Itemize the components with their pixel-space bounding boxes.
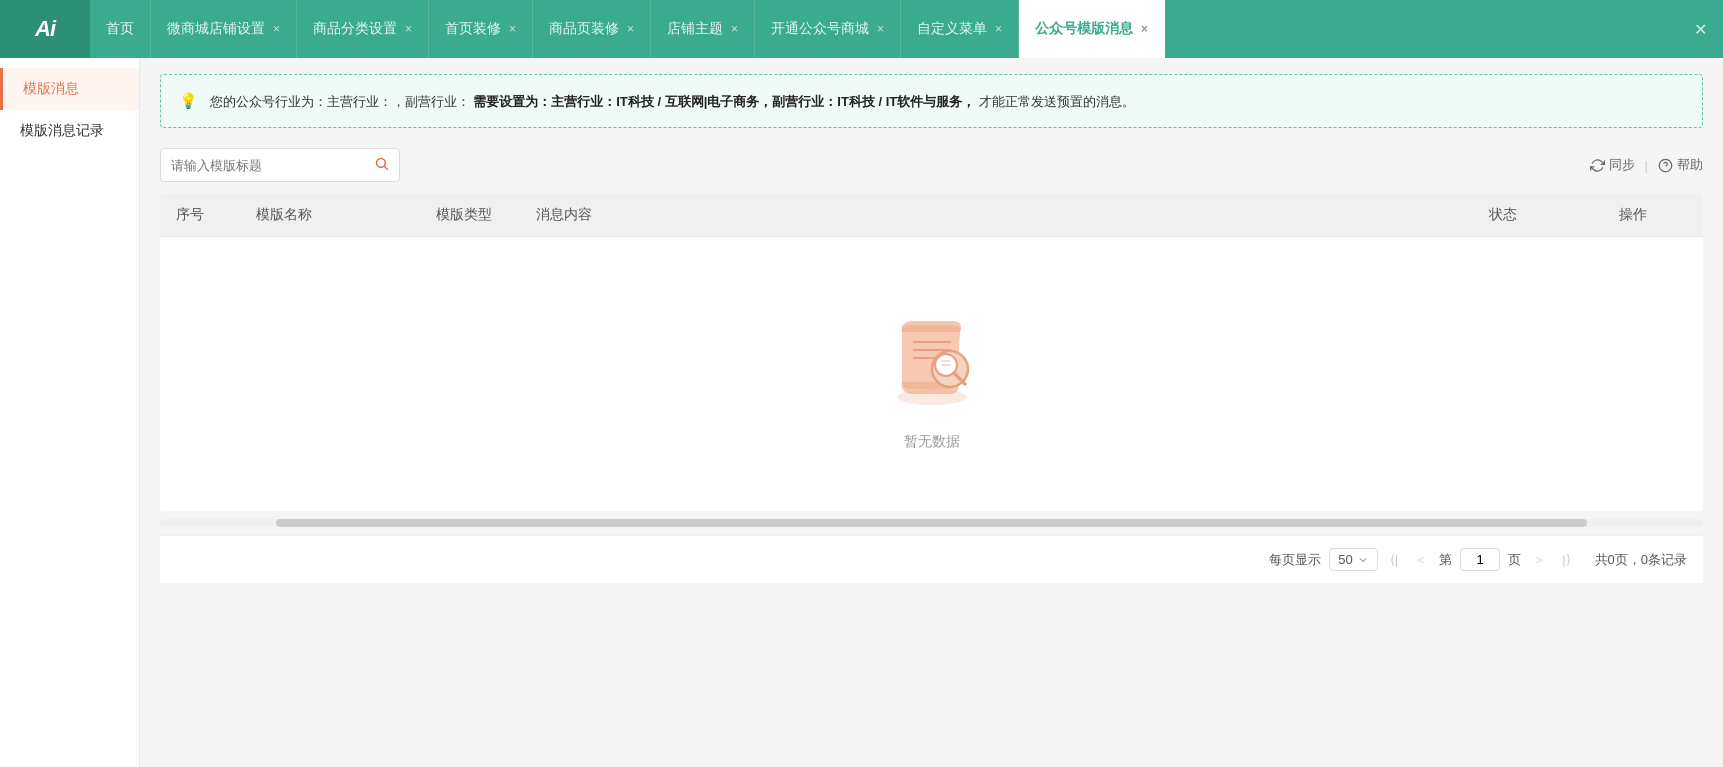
chevron-down-icon bbox=[1357, 554, 1369, 566]
tab-home[interactable]: 首页 bbox=[90, 0, 151, 58]
current-page-input[interactable] bbox=[1460, 548, 1500, 571]
table-empty-row: 暂无数据 bbox=[160, 237, 1703, 512]
tab-home-label: 首页 bbox=[106, 20, 134, 38]
empty-state: 暂无数据 bbox=[160, 237, 1703, 511]
col-header-type: 模版类型 bbox=[420, 194, 520, 237]
page-label: 页 bbox=[1508, 551, 1521, 569]
tab-shop-settings-close[interactable]: × bbox=[273, 23, 280, 35]
pagination: 每页显示 50 ⟨| ＜ 第 页 ＞ |⟩ 共0页，0条记录 bbox=[160, 535, 1703, 583]
notice-prefix: 您的公众号行业为：主营行业：，副营行业： bbox=[210, 94, 470, 109]
tab-product-decor[interactable]: 商品页装修 × bbox=[533, 0, 651, 58]
search-icon bbox=[374, 156, 389, 171]
svg-point-0 bbox=[377, 159, 386, 168]
page-di-label: 第 bbox=[1439, 551, 1452, 569]
tab-shop-theme[interactable]: 店铺主题 × bbox=[651, 0, 755, 58]
tab-home-decor-label: 首页装修 bbox=[445, 20, 501, 38]
search-button[interactable] bbox=[364, 149, 399, 181]
notice-suffix: 才能正常发送预置的消息。 bbox=[979, 94, 1135, 109]
sidebar-item-template-msg-label: 模版消息 bbox=[23, 80, 79, 96]
notice-box: 💡 您的公众号行业为：主营行业：，副营行业： 需要设置为：主营行业：IT科技 /… bbox=[160, 74, 1703, 128]
search-input-wrap bbox=[160, 148, 400, 182]
empty-text: 暂无数据 bbox=[904, 433, 960, 451]
notice-highlight: 需要设置为：主营行业：IT科技 / 互联网|电子商务，副营行业：IT科技 / I… bbox=[473, 94, 975, 109]
tab-home-decor-close[interactable]: × bbox=[509, 23, 516, 35]
page-size-value: 50 bbox=[1338, 552, 1352, 567]
tab-template-msg-close[interactable]: × bbox=[1141, 23, 1148, 35]
data-table: 序号 模版名称 模版类型 消息内容 状态 操作 bbox=[160, 194, 1703, 511]
tab-custom-menu-close[interactable]: × bbox=[995, 23, 1002, 35]
sidebar-item-template-record-label: 模版消息记录 bbox=[20, 122, 104, 138]
col-header-action: 操作 bbox=[1603, 194, 1703, 237]
main-layout: 模版消息 模版消息记录 💡 您的公众号行业为：主营行业：，副营行业： 需要设置为… bbox=[0, 58, 1723, 767]
toolbar-right: 同步 | 帮助 bbox=[1590, 156, 1703, 174]
app-logo: Ai bbox=[0, 0, 90, 58]
prev-page-button[interactable]: ＜ bbox=[1410, 549, 1431, 571]
page-size-select[interactable]: 50 bbox=[1329, 548, 1377, 571]
sidebar-item-template-record[interactable]: 模版消息记录 bbox=[0, 110, 139, 152]
first-page-button[interactable]: ⟨| bbox=[1386, 550, 1402, 569]
close-all-button[interactable]: ✕ bbox=[1694, 20, 1707, 39]
tab-product-category[interactable]: 商品分类设置 × bbox=[297, 0, 429, 58]
table-header-row: 序号 模版名称 模版类型 消息内容 状态 操作 bbox=[160, 194, 1703, 237]
tab-home-decor[interactable]: 首页装修 × bbox=[429, 0, 533, 58]
help-label: 帮助 bbox=[1677, 156, 1703, 174]
tab-product-decor-close[interactable]: × bbox=[627, 23, 634, 35]
sidebar: 模版消息 模版消息记录 bbox=[0, 58, 140, 767]
tab-custom-menu-label: 自定义菜单 bbox=[917, 20, 987, 38]
sync-icon bbox=[1590, 158, 1605, 173]
tab-custom-menu[interactable]: 自定义菜单 × bbox=[901, 0, 1019, 58]
tab-template-msg-label: 公众号模版消息 bbox=[1035, 20, 1133, 38]
col-header-status: 状态 bbox=[1473, 194, 1603, 237]
col-header-index: 序号 bbox=[160, 194, 240, 237]
col-header-name: 模版名称 bbox=[240, 194, 420, 237]
tab-product-category-label: 商品分类设置 bbox=[313, 20, 397, 38]
empty-illustration bbox=[872, 297, 992, 417]
search-input[interactable] bbox=[161, 151, 364, 180]
help-button[interactable]: 帮助 bbox=[1658, 156, 1703, 174]
horizontal-scrollbar[interactable] bbox=[160, 519, 1703, 527]
svg-line-1 bbox=[384, 166, 387, 169]
tab-shop-settings[interactable]: 微商城店铺设置 × bbox=[151, 0, 297, 58]
tab-template-msg[interactable]: 公众号模版消息 × bbox=[1019, 0, 1165, 58]
total-info: 共0页，0条记录 bbox=[1595, 551, 1687, 569]
tab-open-mall-close[interactable]: × bbox=[877, 23, 884, 35]
tab-shop-settings-label: 微商城店铺设置 bbox=[167, 20, 265, 38]
page-size-label: 每页显示 bbox=[1269, 551, 1321, 569]
content-area: 💡 您的公众号行业为：主营行业：，副营行业： 需要设置为：主营行业：IT科技 /… bbox=[140, 58, 1723, 767]
tab-open-mall[interactable]: 开通公众号商城 × bbox=[755, 0, 901, 58]
col-header-content: 消息内容 bbox=[520, 194, 1473, 237]
scroll-thumb bbox=[276, 519, 1588, 527]
tab-product-decor-label: 商品页装修 bbox=[549, 20, 619, 38]
tab-bar: Ai 首页 微商城店铺设置 × 商品分类设置 × 首页装修 × 商品页装修 × … bbox=[0, 0, 1723, 58]
help-icon bbox=[1658, 158, 1673, 173]
tab-product-category-close[interactable]: × bbox=[405, 23, 412, 35]
notice-icon: 💡 bbox=[179, 92, 198, 109]
toolbar-divider: | bbox=[1645, 158, 1648, 173]
tab-open-mall-label: 开通公众号商城 bbox=[771, 20, 869, 38]
toolbar: 同步 | 帮助 bbox=[160, 148, 1703, 182]
sidebar-item-template-msg[interactable]: 模版消息 bbox=[0, 68, 139, 110]
tab-shop-theme-label: 店铺主题 bbox=[667, 20, 723, 38]
sync-button[interactable]: 同步 bbox=[1590, 156, 1635, 174]
sync-label: 同步 bbox=[1609, 156, 1635, 174]
last-page-button[interactable]: |⟩ bbox=[1558, 550, 1574, 569]
tab-shop-theme-close[interactable]: × bbox=[731, 23, 738, 35]
next-page-button[interactable]: ＞ bbox=[1529, 549, 1550, 571]
